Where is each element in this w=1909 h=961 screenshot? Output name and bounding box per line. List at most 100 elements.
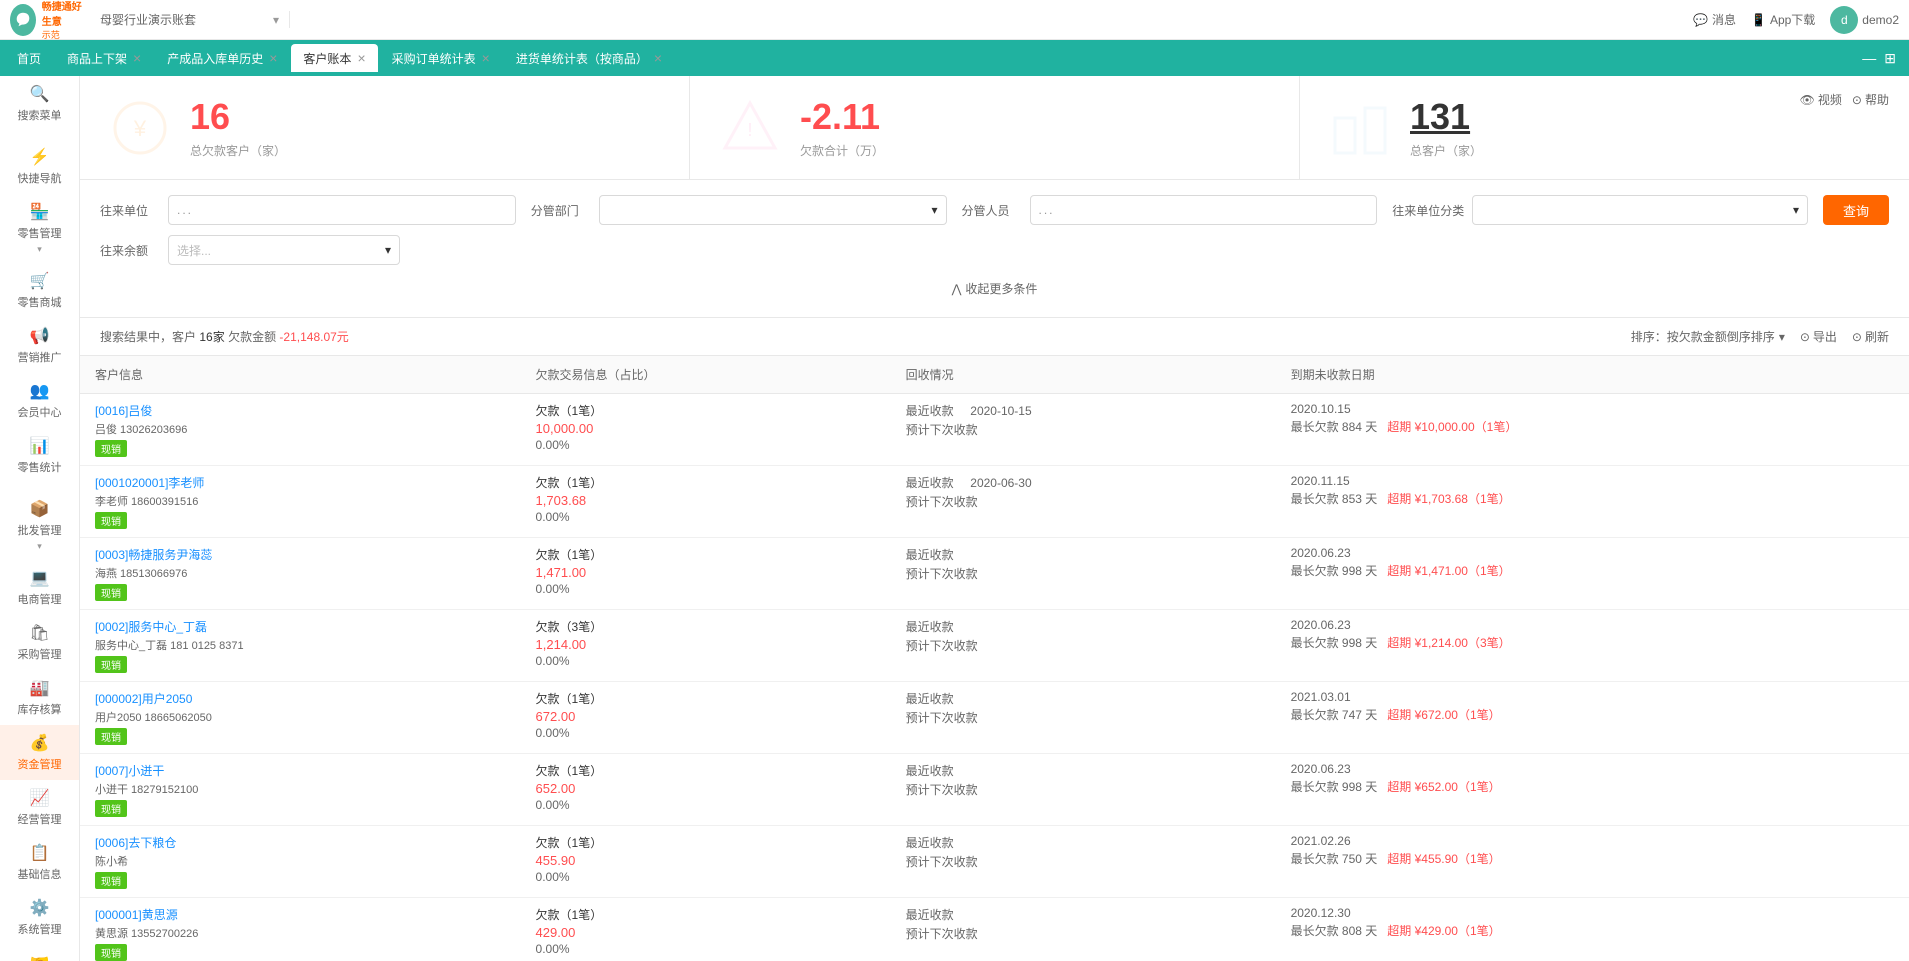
cell-due-2: 2020.06.23 最长欠款 998 天 超期 ¥1,471.00（1笔） — [1276, 538, 1909, 610]
purchase-icon: 🛍 — [29, 623, 49, 643]
customer-tag-6: 现销 — [95, 872, 127, 889]
tab-product-history[interactable]: 产成品入库单历史 × — [155, 44, 289, 72]
sort-chevron-icon: ▾ — [1779, 330, 1785, 344]
dept-select[interactable]: ▾ — [599, 195, 947, 225]
tab-purchase-stat-close[interactable]: × — [654, 50, 662, 66]
table-row: [000002]用户2050 用户2050 18665062050 现销 欠款（… — [80, 682, 1909, 754]
sidebar-ecom[interactable]: 💻 电商管理 — [0, 560, 79, 615]
customer-name-1[interactable]: [0001020001]李老师 — [95, 474, 506, 491]
query-button[interactable]: 查询 — [1823, 195, 1889, 225]
sidebar-corp[interactable]: 🤝 企业协同 — [0, 945, 79, 961]
customer-name-3[interactable]: [0002]服务中心_丁磊 — [95, 618, 506, 635]
overdue-amount-4[interactable]: 超期 ¥672.00（1笔） — [1387, 708, 1500, 722]
due-date-6: 2021.02.26 — [1291, 834, 1894, 848]
tab-purchase-order-close[interactable]: × — [482, 50, 490, 66]
table-row: [000001]黄思源 黄思源 13552700226 现销 欠款（1笔） 42… — [80, 898, 1909, 961]
tab-customer-account[interactable]: 客户账本 × — [291, 44, 377, 72]
sidebar-marketing[interactable]: 📢 营销推广 — [0, 318, 79, 373]
customer-tag-3: 现销 — [95, 656, 127, 673]
balance-select[interactable]: 选择... ▾ — [168, 235, 400, 265]
customer-name-6[interactable]: [0006]去下粮仓 — [95, 834, 506, 851]
tab-home[interactable]: 首页 — [5, 44, 53, 72]
table-head: 客户信息 欠款交易信息（占比） 回收情况 到期未收款日期 — [80, 356, 1909, 394]
tab-purchase-stat-label: 进货单统计表（按商品） — [516, 50, 648, 67]
unit-class-chevron: ▾ — [1793, 203, 1799, 217]
sidebar-quick-nav[interactable]: ⚡ 快捷导航 — [0, 139, 79, 194]
stat-label-2: 欠款合计（万） — [800, 142, 884, 159]
app-download-btn[interactable]: 📱 App下载 — [1751, 11, 1815, 28]
overdue-amount-3[interactable]: 超期 ¥1,214.00（3笔） — [1387, 636, 1510, 650]
tab-maximize-icon[interactable]: ⊞ — [1884, 50, 1896, 67]
debt-percent-1: 0.00% — [536, 510, 876, 524]
filter-row-1: 往来单位 ... 分管部门 ▾ 分管人员 ... — [100, 195, 1889, 225]
app-selector[interactable]: 母婴行业演示账套 ▾ — [90, 11, 290, 28]
sidebar-basic[interactable]: 📋 基础信息 — [0, 835, 79, 890]
stat-card-1: ¥ 16 总欠款客户（家） — [80, 76, 690, 179]
table-row: [0007]小迸干 小迸干 18279152100 现销 欠款（1笔） 652.… — [80, 754, 1909, 826]
overdue-amount-6[interactable]: 超期 ¥455.90（1笔） — [1387, 852, 1500, 866]
stats-row: ¥ 16 总欠款客户（家） ! -2.11 欠款合计（万） — [80, 76, 1909, 180]
overdue-amount-2[interactable]: 超期 ¥1,471.00（1笔） — [1387, 564, 1510, 578]
from-unit-input[interactable]: ... — [168, 195, 516, 225]
collect-label-5: 最近收款 — [906, 762, 1261, 779]
logo-subtitle: 示范 — [42, 28, 90, 41]
table-header-row: 客户信息 欠款交易信息（占比） 回收情况 到期未收款日期 — [80, 356, 1909, 394]
stat-icon-3 — [1330, 98, 1390, 158]
sidebar-finance[interactable]: 💰 资金管理 — [0, 725, 79, 780]
sidebar-retail-mgmt[interactable]: 🏪 零售管理 ▾ — [0, 194, 79, 263]
debt-count-1: 欠款（1笔） — [536, 474, 876, 491]
tab-product-list-close[interactable]: × — [133, 50, 141, 66]
tab-product-history-close[interactable]: × — [269, 50, 277, 66]
overdue-amount-7[interactable]: 超期 ¥429.00（1笔） — [1387, 924, 1500, 938]
overdue-amount-0[interactable]: 超期 ¥10,000.00（1笔） — [1387, 420, 1517, 434]
filter-unit-class: 往来单位分类 ▾ — [1392, 195, 1808, 225]
sort-select[interactable]: 排序：按欠款金额倒序排序 ▾ — [1631, 328, 1785, 345]
person-input[interactable]: ... — [1030, 195, 1378, 225]
sidebar-retail-store[interactable]: 🛒 零售商城 — [0, 263, 79, 318]
tab-product-list[interactable]: 商品上下架 × — [55, 44, 153, 72]
debt-count-0: 欠款（1笔） — [536, 402, 876, 419]
tab-product-history-label: 产成品入库单历史 — [167, 50, 263, 67]
debt-percent-0: 0.00% — [536, 438, 876, 452]
refresh-button[interactable]: ⊙ 刷新 — [1852, 328, 1889, 345]
sidebar-operation[interactable]: 📈 经营管理 — [0, 780, 79, 835]
search-results: 搜索结果中，客户 16家 欠款金额 -21,148.07元 — [100, 328, 349, 345]
view-label: 视频 — [1818, 91, 1842, 108]
sidebar-batch-mgmt[interactable]: 📦 批发管理 ▾ — [0, 491, 79, 560]
sidebar-retail-stat[interactable]: 📊 零售统计 — [0, 428, 79, 483]
collapse-button[interactable]: ⋀ 收起更多条件 — [952, 280, 1038, 297]
tab-minimize-icon[interactable]: — — [1862, 50, 1876, 67]
data-table: 客户信息 欠款交易信息（占比） 回收情况 到期未收款日期 [0016]吕俊 吕俊… — [80, 356, 1909, 961]
toolbar-right: 排序：按欠款金额倒序排序 ▾ ⊙ 导出 ⊙ 刷新 — [1631, 328, 1889, 345]
customer-name-4[interactable]: [000002]用户2050 — [95, 690, 506, 707]
sidebar-search[interactable]: 🔍 搜索菜单 — [0, 76, 79, 131]
tab-purchase-order[interactable]: 采购订单统计表 × — [380, 44, 502, 72]
tab-actions: — ⊞ — [1862, 50, 1904, 67]
tab-customer-account-close[interactable]: × — [357, 50, 365, 66]
debt-percent-2: 0.00% — [536, 582, 876, 596]
user-area[interactable]: d demo2 — [1830, 6, 1899, 34]
table-row: [0002]服务中心_丁磊 服务中心_丁磊 181 0125 8371 现销 欠… — [80, 610, 1909, 682]
customer-name-0[interactable]: [0016]吕俊 — [95, 402, 506, 419]
tab-purchase-stat[interactable]: 进货单统计表（按商品） × — [504, 44, 674, 72]
overdue-amount-1[interactable]: 超期 ¥1,703.68（1笔） — [1387, 492, 1510, 506]
message-btn[interactable]: 💬 消息 — [1693, 11, 1736, 28]
customer-name-7[interactable]: [000001]黄思源 — [95, 906, 506, 923]
overdue-amount-5[interactable]: 超期 ¥652.00（1笔） — [1387, 780, 1500, 794]
sidebar-purchase[interactable]: 🛍 采购管理 — [0, 615, 79, 670]
unit-class-select[interactable]: ▾ — [1472, 195, 1808, 225]
view-btn[interactable]: 👁 视频 — [1800, 91, 1842, 108]
sidebar-inventory[interactable]: 🏭 库存核算 — [0, 670, 79, 725]
export-button[interactable]: ⊙ 导出 — [1800, 328, 1837, 345]
tab-product-list-label: 商品上下架 — [67, 50, 127, 67]
sidebar-member[interactable]: 👥 会员中心 — [0, 373, 79, 428]
collect-label-3: 最近收款 — [906, 618, 1261, 635]
customer-name-2[interactable]: [0003]畅捷服务尹海蕊 — [95, 546, 506, 563]
col-debt: 欠款交易信息（占比） — [521, 356, 891, 394]
help-btn[interactable]: ⊙ 帮助 — [1852, 91, 1889, 108]
customer-name-5[interactable]: [0007]小迸干 — [95, 762, 506, 779]
collect-next-6: 预计下次收款 — [906, 853, 1261, 870]
balance-placeholder: 选择... — [177, 242, 211, 259]
stat-label-3: 总客户（家） — [1410, 142, 1482, 159]
sidebar-system[interactable]: ⚙️ 系统管理 — [0, 890, 79, 945]
